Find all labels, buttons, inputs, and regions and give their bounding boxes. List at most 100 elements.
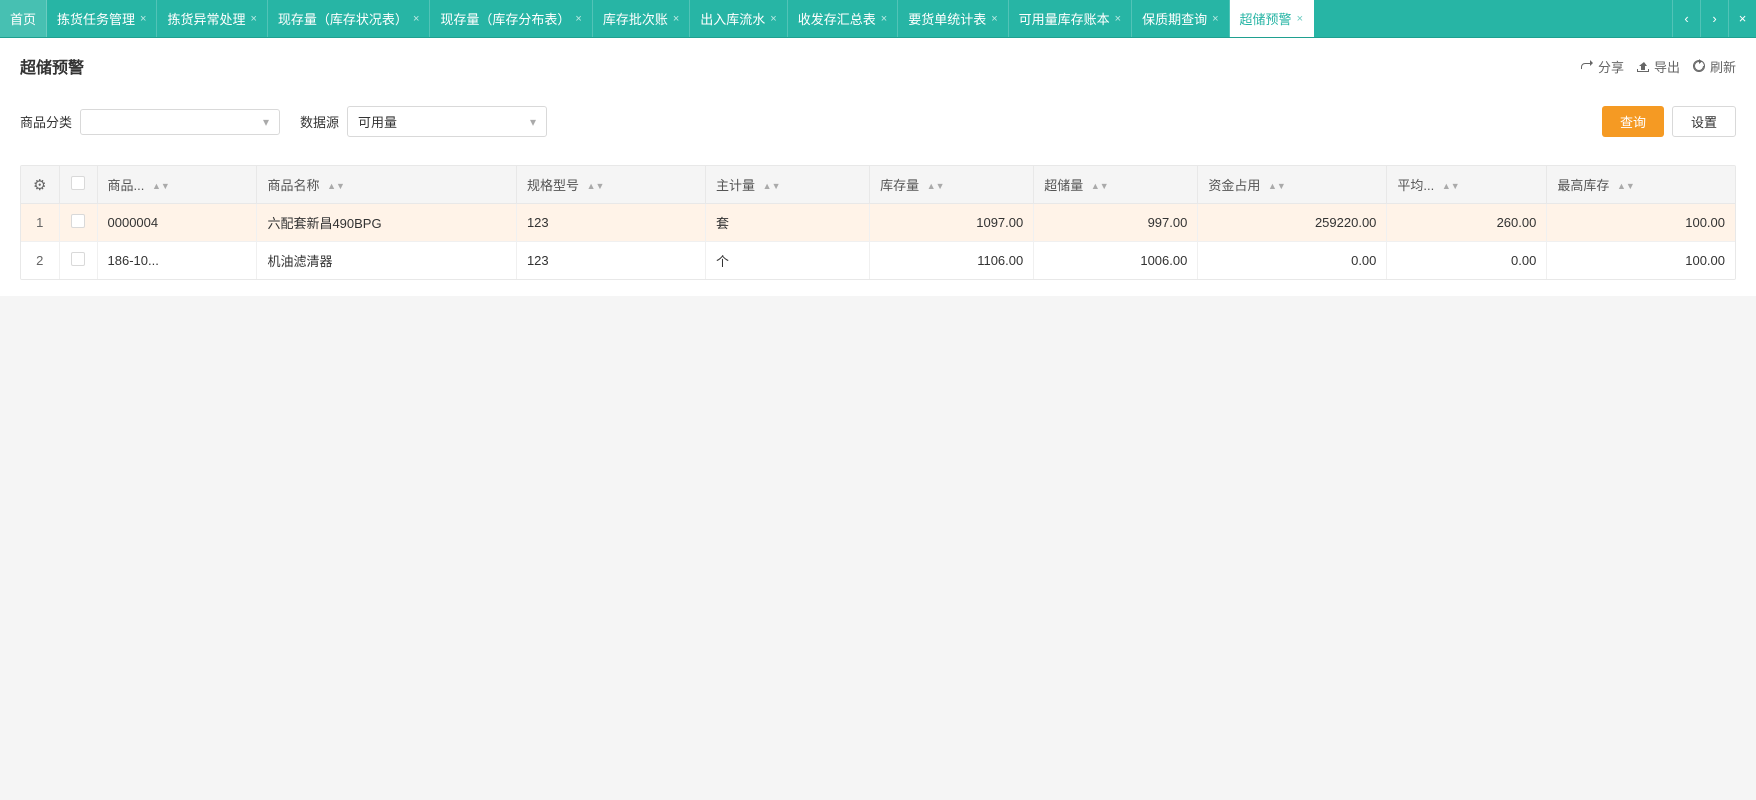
nav-item-overstock[interactable]: 超储预警 × — [1230, 0, 1314, 37]
nav-item-stock-status[interactable]: 现存量（库存状况表） × — [268, 0, 430, 37]
td-overstock: 1006.00 — [1034, 242, 1198, 280]
category-filter: 商品分类 ▾ — [20, 109, 280, 135]
close-icon[interactable]: × — [575, 13, 581, 25]
th-gear: ⚙ — [21, 166, 59, 204]
close-icon[interactable]: × — [1212, 13, 1218, 25]
settings-button[interactable]: 设置 — [1672, 106, 1736, 137]
td-max-stock: 100.00 — [1547, 242, 1735, 280]
share-button[interactable]: 分享 — [1580, 57, 1624, 76]
chevron-down-icon: ▾ — [530, 115, 536, 129]
filter-actions: 查询 设置 — [1602, 106, 1736, 137]
row-checkbox[interactable] — [71, 214, 85, 228]
datasource-label: 数据源 — [300, 112, 339, 131]
sort-icon[interactable]: ▲▼ — [327, 182, 345, 191]
td-max-stock: 100.00 — [1547, 204, 1735, 242]
td-name: 机油滤清器 — [257, 242, 517, 280]
close-icon[interactable]: × — [1297, 13, 1303, 25]
table-row: 1 0000004 六配套新昌490BPG 123 套 1097.00 997.… — [21, 204, 1735, 242]
nav-item-expiry[interactable]: 保质期查询 × — [1132, 0, 1229, 37]
th-name: 商品名称 ▲▼ — [257, 166, 517, 204]
nav-right-arrow[interactable]: › — [1700, 0, 1728, 38]
td-code: 186-10... — [97, 242, 257, 280]
th-unit: 主计量 ▲▼ — [706, 166, 870, 204]
table-body: 1 0000004 六配套新昌490BPG 123 套 1097.00 997.… — [21, 204, 1735, 280]
close-icon[interactable]: × — [673, 13, 679, 25]
td-checkbox — [59, 242, 97, 280]
select-all-checkbox[interactable] — [71, 176, 85, 190]
td-unit: 个 — [706, 242, 870, 280]
td-row-num: 2 — [21, 242, 59, 280]
th-max-stock: 最高库存 ▲▼ — [1547, 166, 1735, 204]
category-select[interactable]: ▾ — [80, 109, 280, 135]
th-checkbox — [59, 166, 97, 204]
th-capital: 资金占用 ▲▼ — [1198, 166, 1387, 204]
nav-item-stock-dist[interactable]: 现存量（库存分布表） × — [430, 0, 592, 37]
datasource-select[interactable]: 可用量 ▾ — [347, 106, 547, 137]
page-container: 超储预警 分享 导出 刷新 — [0, 38, 1756, 296]
close-icon[interactable]: × — [250, 13, 256, 25]
share-icon — [1580, 59, 1594, 73]
nav-arrows: ‹ › × — [1672, 0, 1756, 38]
td-spec: 123 — [516, 242, 705, 280]
nav-item-flow[interactable]: 出入库流水 × — [690, 0, 787, 37]
nav-item-demand[interactable]: 要货单统计表 × — [898, 0, 1008, 37]
sort-icon[interactable]: ▲▼ — [587, 182, 605, 191]
th-overstock: 超储量 ▲▼ — [1034, 166, 1198, 204]
table-header-row: ⚙ 商品... ▲▼ 商品名称 ▲▼ 规格型号 ▲▼ — [21, 166, 1735, 204]
close-icon[interactable]: × — [1115, 13, 1121, 25]
gear-icon[interactable]: ⚙ — [33, 177, 46, 194]
td-code: 0000004 — [97, 204, 257, 242]
data-table: ⚙ 商品... ▲▼ 商品名称 ▲▼ 规格型号 ▲▼ — [21, 166, 1735, 279]
close-icon[interactable]: × — [881, 13, 887, 25]
filter-bar: 商品分类 ▾ 数据源 可用量 ▾ 查询 设置 — [20, 94, 1736, 149]
sort-icon[interactable]: ▲▼ — [927, 182, 945, 191]
th-stock: 库存量 ▲▼ — [870, 166, 1034, 204]
sort-icon[interactable]: ▲▼ — [1268, 182, 1286, 191]
th-avg: 平均... ▲▼ — [1387, 166, 1547, 204]
td-avg: 260.00 — [1387, 204, 1547, 242]
td-avg: 0.00 — [1387, 242, 1547, 280]
table-row: 2 186-10... 机油滤清器 123 个 1106.00 1006.00 … — [21, 242, 1735, 280]
row-checkbox[interactable] — [71, 252, 85, 266]
query-button[interactable]: 查询 — [1602, 106, 1664, 137]
nav-item-home[interactable]: 首页 — [0, 0, 47, 37]
td-row-num: 1 — [21, 204, 59, 242]
datasource-select-value: 可用量 — [358, 112, 397, 131]
datasource-filter: 数据源 可用量 ▾ — [300, 106, 547, 137]
nav-item-abnormal[interactable]: 拣货异常处理 × — [157, 0, 267, 37]
refresh-icon — [1692, 59, 1706, 73]
close-icon[interactable]: × — [413, 13, 419, 25]
export-button[interactable]: 导出 — [1636, 57, 1680, 76]
close-icon[interactable]: × — [140, 13, 146, 25]
nav-item-batch[interactable]: 库存批次账 × — [593, 0, 690, 37]
nav-close-arrow[interactable]: × — [1728, 0, 1756, 38]
chevron-down-icon: ▾ — [263, 115, 269, 129]
th-code: 商品... ▲▼ — [97, 166, 257, 204]
sort-icon[interactable]: ▲▼ — [152, 182, 170, 191]
td-stock: 1106.00 — [870, 242, 1034, 280]
nav-left-arrow[interactable]: ‹ — [1672, 0, 1700, 38]
table-container: ⚙ 商品... ▲▼ 商品名称 ▲▼ 规格型号 ▲▼ — [20, 165, 1736, 280]
td-name: 六配套新昌490BPG — [257, 204, 517, 242]
nav-item-summary[interactable]: 收发存汇总表 × — [788, 0, 898, 37]
td-stock: 1097.00 — [870, 204, 1034, 242]
close-icon[interactable]: × — [770, 13, 776, 25]
td-checkbox — [59, 204, 97, 242]
td-unit: 套 — [706, 204, 870, 242]
category-label: 商品分类 — [20, 112, 72, 131]
nav-bar: 首页 拣货任务管理 × 拣货异常处理 × 现存量（库存状况表） × 现存量（库存… — [0, 0, 1756, 38]
td-capital: 259220.00 — [1198, 204, 1387, 242]
th-spec: 规格型号 ▲▼ — [516, 166, 705, 204]
header-actions: 分享 导出 刷新 — [1580, 57, 1736, 76]
export-icon — [1636, 59, 1650, 73]
page-title: 超储预警 — [20, 54, 84, 78]
page-header: 超储预警 分享 导出 刷新 — [20, 54, 1736, 78]
sort-icon[interactable]: ▲▼ — [1091, 182, 1109, 191]
close-icon[interactable]: × — [991, 13, 997, 25]
nav-item-available[interactable]: 可用量库存账本 × — [1009, 0, 1132, 37]
nav-item-task[interactable]: 拣货任务管理 × — [47, 0, 157, 37]
sort-icon[interactable]: ▲▼ — [1442, 182, 1460, 191]
sort-icon[interactable]: ▲▼ — [763, 182, 781, 191]
sort-icon[interactable]: ▲▼ — [1617, 182, 1635, 191]
refresh-button[interactable]: 刷新 — [1692, 57, 1736, 76]
